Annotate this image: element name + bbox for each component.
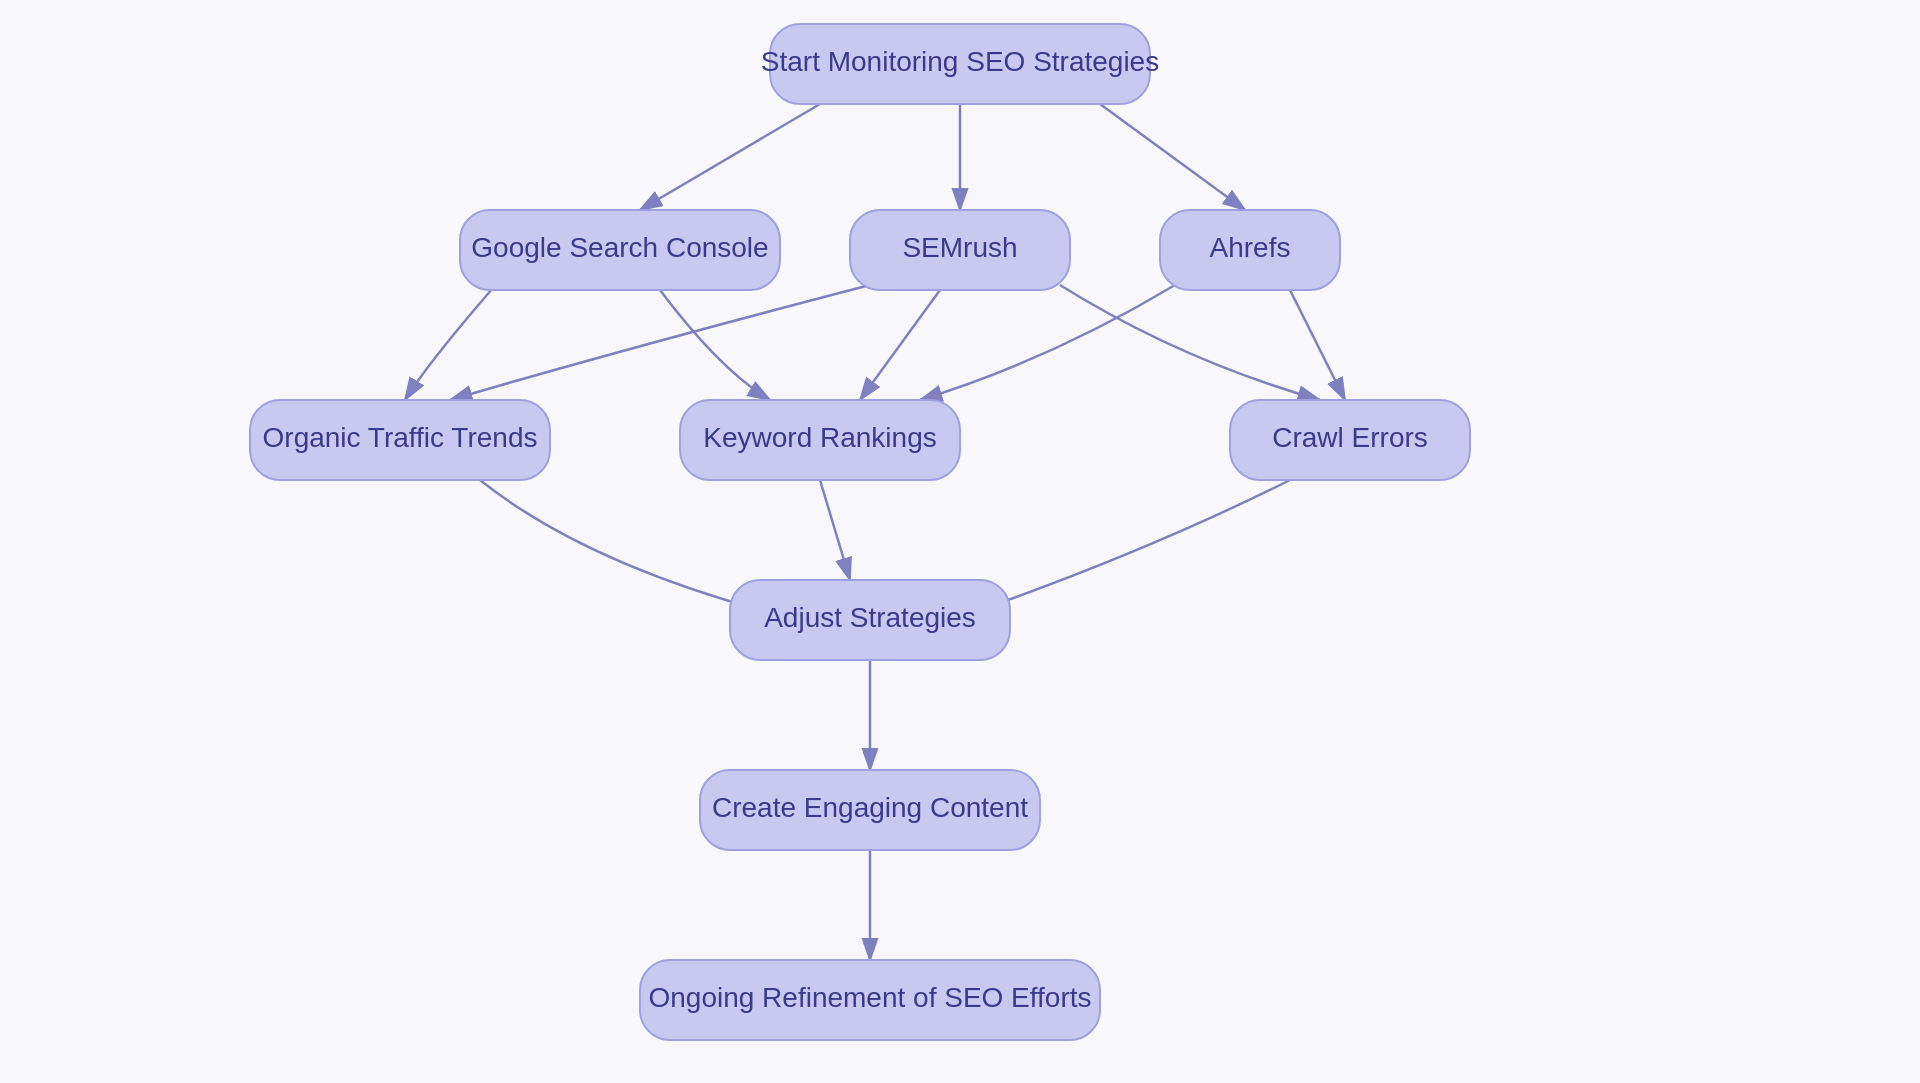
node-google-label: Google Search Console	[471, 232, 768, 263]
node-ahrefs-label: Ahrefs	[1210, 232, 1291, 263]
node-adjust-label: Adjust Strategies	[764, 602, 976, 633]
node-ongoing-label: Ongoing Refinement of SEO Efforts	[648, 982, 1091, 1013]
node-start-label: Start Monitoring SEO Strategies	[761, 46, 1159, 77]
node-semrush-label: SEMrush	[902, 232, 1017, 263]
node-crawl-label: Crawl Errors	[1272, 422, 1428, 453]
node-keyword-label: Keyword Rankings	[703, 422, 936, 453]
node-organic-label: Organic Traffic Trends	[263, 422, 538, 453]
node-content-label: Create Engaging Content	[712, 792, 1028, 823]
